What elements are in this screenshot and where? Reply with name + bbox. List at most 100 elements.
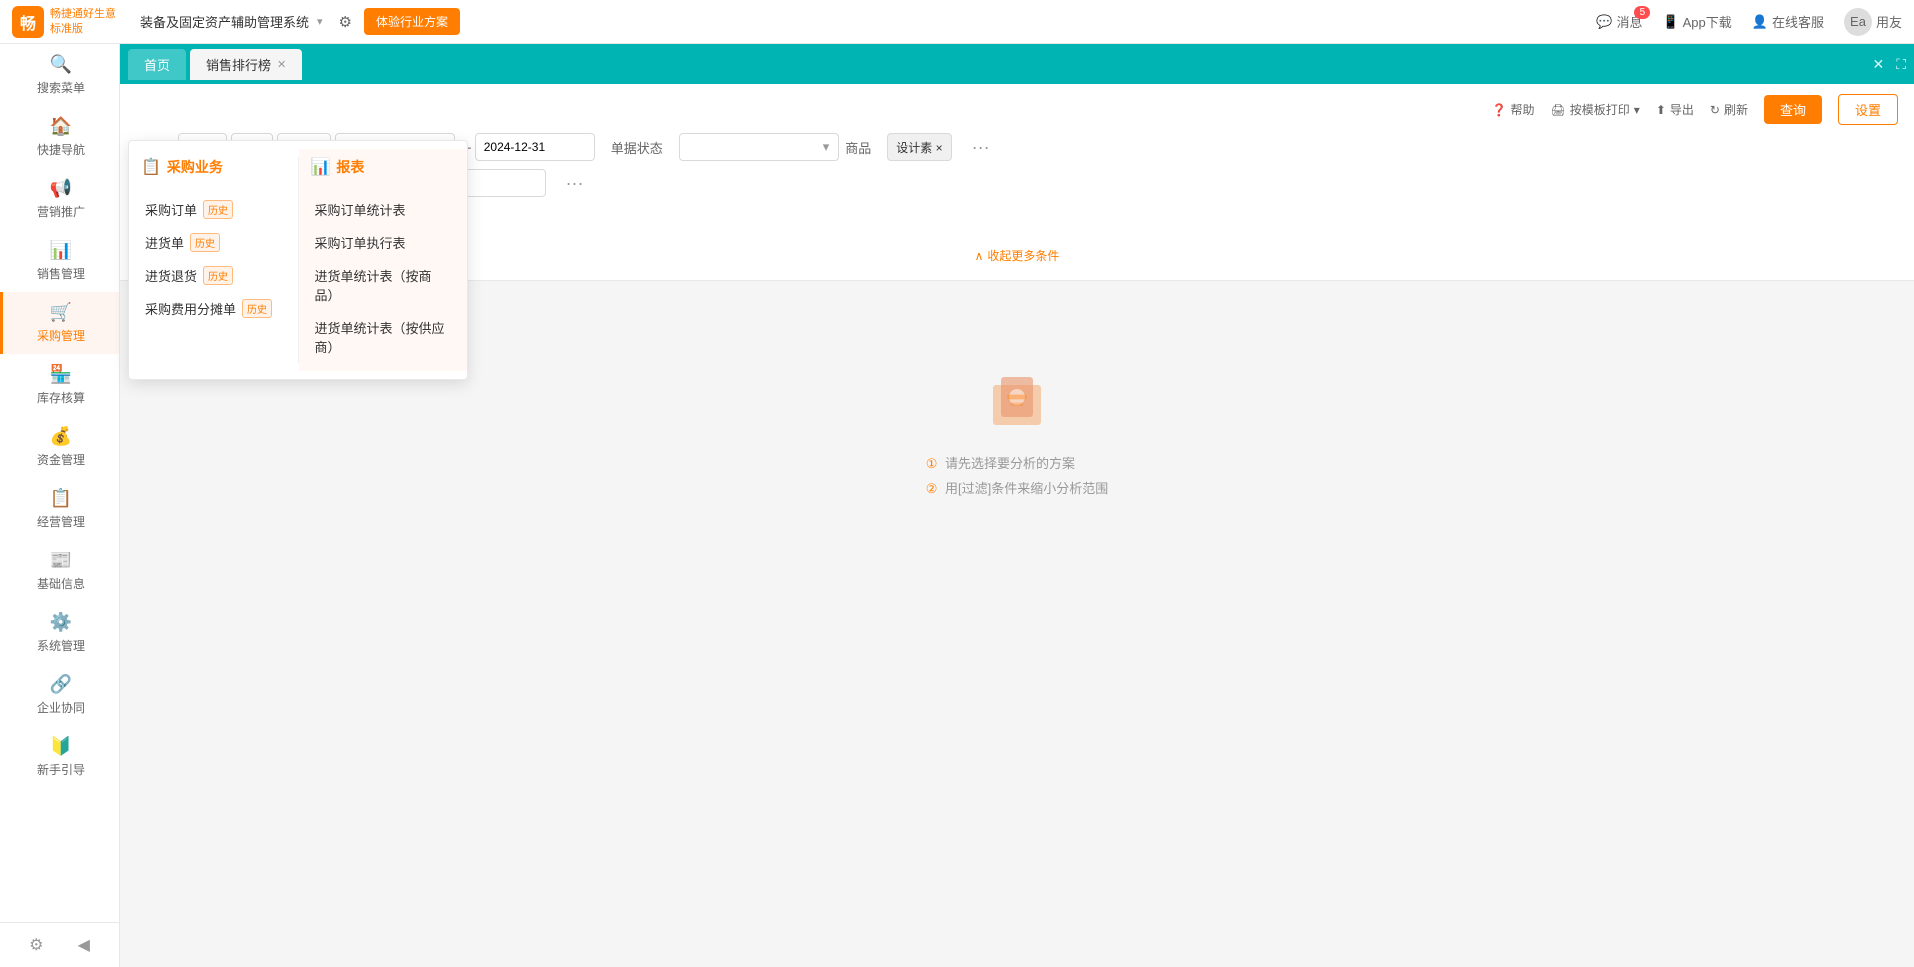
- sidebar-item-label: 资金管理: [37, 451, 85, 468]
- purchase-order-exec-label: 采购订单执行表: [315, 233, 406, 252]
- print-arrow-icon: ▾: [1634, 103, 1640, 117]
- dropdown-item-cost[interactable]: 采购费用分摊单 历史: [141, 292, 286, 325]
- system-title-text: 装备及固定资产辅助管理系统: [140, 12, 309, 31]
- tab-bar: 首页 销售排行榜 ✕ ✕ ⛶: [120, 44, 1914, 84]
- enterprise-icon: 🔗: [50, 674, 72, 695]
- settings-btn[interactable]: 设置: [1838, 94, 1898, 125]
- sidebar-item-sales[interactable]: 📊 销售管理: [0, 230, 119, 292]
- system-title-arrow-icon[interactable]: ▾: [317, 15, 323, 28]
- app-download-btn[interactable]: 📱 App下载: [1662, 12, 1731, 31]
- dropdown-cols: 📋 采购业务 采购订单 历史 进货单 历史 进货退货 历史 采购费用分摊单: [129, 149, 467, 371]
- purchase-col-icon: 📋: [141, 157, 161, 177]
- return-label: 进货退货: [145, 266, 197, 285]
- sidebar-item-label: 系统管理: [37, 637, 85, 654]
- basic-info-icon: 📰: [50, 550, 72, 571]
- help-icon: ❓: [1492, 103, 1507, 117]
- dropdown-item-return[interactable]: 进货退货 历史: [141, 259, 286, 292]
- sidebar-item-marketing[interactable]: 📢 营销推广: [0, 168, 119, 230]
- report-col-title: 📊 报表: [311, 157, 456, 183]
- sales-icon: 📊: [50, 240, 72, 261]
- marketing-icon: 📢: [50, 178, 72, 199]
- date-to-input[interactable]: [475, 133, 595, 161]
- refresh-icon: ↻: [1710, 103, 1720, 117]
- toolbar-row: ❓ 帮助 🖨 按模板打印 ▾ ⬆ 导出 ↻ 刷新 查询 设置: [136, 94, 1898, 125]
- purchase-order-label: 采购订单: [145, 200, 197, 219]
- dropdown-item-purchase-order-stat[interactable]: 采购订单统计表: [311, 193, 456, 226]
- service-label: 在线客服: [1772, 12, 1824, 31]
- dropdown-col-purchase: 📋 采购业务 采购订单 历史 进货单 历史 进货退货 历史 采购费用分摊单: [129, 149, 298, 371]
- help-btn[interactable]: ❓ 帮助: [1492, 101, 1535, 118]
- sidebar-settings-btn[interactable]: ⚙: [29, 935, 43, 955]
- print-btn[interactable]: 🖨 按模板打印 ▾: [1551, 101, 1640, 118]
- goods-tag-text: 设计素 ×: [896, 139, 942, 156]
- dropdown-item-inbound-stat-goods[interactable]: 进货单统计表（按商品）: [311, 259, 456, 311]
- sidebar-item-quick-nav[interactable]: 🏠 快捷导航: [0, 106, 119, 168]
- doc-status-input[interactable]: [679, 133, 839, 161]
- sidebar-item-enterprise[interactable]: 🔗 企业协同: [0, 664, 119, 726]
- system-settings-icon[interactable]: ⚙: [339, 13, 352, 31]
- operation-icon: 📋: [50, 488, 72, 509]
- logo-text: 畅捷通好生意 标准版: [50, 7, 116, 36]
- tab-sales-rank-label: 销售排行榜: [206, 55, 271, 74]
- user-area[interactable]: Ea 用友: [1844, 8, 1902, 36]
- finance-icon: 💰: [50, 426, 72, 447]
- salesman-more-btn[interactable]: ···: [566, 173, 584, 194]
- avatar: Ea: [1844, 8, 1872, 36]
- dropdown-col-report: 📊 报表 采购订单统计表 采购订单执行表 进货单统计表（按商品） 进货单统计表（…: [299, 149, 468, 371]
- sidebar-item-finance[interactable]: 💰 资金管理: [0, 416, 119, 478]
- tab-maximize-icon[interactable]: ⛶: [1896, 56, 1906, 73]
- sidebar-collapse-btn[interactable]: ◀: [78, 935, 90, 955]
- purchase-order-stat-label: 采购订单统计表: [315, 200, 406, 219]
- industry-btn[interactable]: 体验行业方案: [364, 8, 460, 35]
- collapse-btn[interactable]: ∧ 收起更多条件: [975, 241, 1060, 270]
- sidebar-item-system[interactable]: ⚙️ 系统管理: [0, 602, 119, 664]
- sidebar-item-purchase[interactable]: 🛒 采购管理: [0, 292, 119, 354]
- header-right: 💬 消息 5 📱 App下载 👤 在线客服 Ea 用友: [1596, 8, 1902, 36]
- tab-home[interactable]: 首页: [128, 49, 186, 80]
- inventory-icon: 🏪: [50, 364, 72, 385]
- collapse-label: 收起更多条件: [987, 247, 1059, 264]
- tab-close-all-icon[interactable]: ✕: [1872, 56, 1884, 73]
- sidebar-item-guide[interactable]: 🔰 新手引导: [0, 726, 119, 788]
- sidebar-item-basic-info[interactable]: 📰 基础信息: [0, 540, 119, 602]
- export-btn[interactable]: ⬆ 导出: [1656, 101, 1694, 118]
- refresh-btn[interactable]: ↻ 刷新: [1710, 101, 1748, 118]
- goods-label: 商品: [845, 138, 871, 157]
- dropdown-menu: 📋 采购业务 采购订单 历史 进货单 历史 进货退货 历史 采购费用分摊单: [128, 140, 468, 380]
- doc-status-label: 单据状态: [611, 138, 663, 157]
- history-badge-2: 历史: [190, 233, 220, 252]
- phone-icon: 📱: [1662, 14, 1678, 30]
- dropdown-item-inbound-stat-supplier[interactable]: 进货单统计表（按供应商）: [311, 311, 456, 363]
- cost-label: 采购费用分摊单: [145, 299, 236, 318]
- sidebar-item-label: 库存核算: [37, 389, 85, 406]
- tab-sales-rank[interactable]: 销售排行榜 ✕: [190, 49, 302, 80]
- sidebar: 🔍 搜索菜单 🏠 快捷导航 📢 营销推广 📊 销售管理 🛒 采购管理 🏪 库存核…: [0, 44, 120, 967]
- sidebar-item-operation[interactable]: 📋 经营管理: [0, 478, 119, 540]
- user-label: 用友: [1876, 12, 1902, 31]
- purchase-icon: 🛒: [50, 302, 72, 323]
- dropdown-item-purchase-order[interactable]: 采购订单 历史: [141, 193, 286, 226]
- empty-text-2: ② 用[过滤]条件来缩小分析范围: [926, 478, 1109, 497]
- message-btn[interactable]: 💬 消息 5: [1596, 12, 1642, 31]
- sidebar-item-inventory[interactable]: 🏪 库存核算: [0, 354, 119, 416]
- sidebar-item-label: 营销推广: [37, 203, 85, 220]
- history-badge-1: 历史: [203, 200, 233, 219]
- query-btn[interactable]: 查询: [1764, 95, 1822, 124]
- sidebar-bottom: ⚙ ◀: [0, 922, 119, 967]
- logo-area: 畅 畅捷通好生意 标准版: [12, 6, 132, 38]
- online-service-btn[interactable]: 👤 在线客服: [1752, 12, 1824, 31]
- empty-illustration: [977, 361, 1057, 441]
- sidebar-item-search[interactable]: 🔍 搜索菜单: [0, 44, 119, 106]
- top-header: 畅 畅捷通好生意 标准版 装备及固定资产辅助管理系统 ▾ ⚙ 体验行业方案 💬 …: [0, 0, 1914, 44]
- dropdown-item-inbound[interactable]: 进货单 历史: [141, 226, 286, 259]
- sidebar-item-label: 搜索菜单: [37, 79, 85, 96]
- system-title-area: 装备及固定资产辅助管理系统 ▾ ⚙: [140, 12, 352, 31]
- dropdown-item-purchase-order-exec[interactable]: 采购订单执行表: [311, 226, 456, 259]
- goods-more-btn[interactable]: ···: [972, 137, 990, 158]
- sidebar-item-label: 采购管理: [37, 327, 85, 344]
- inbound-stat-goods-label: 进货单统计表（按商品）: [315, 266, 452, 304]
- service-icon: 👤: [1752, 14, 1768, 30]
- tab-close-icon[interactable]: ✕: [277, 58, 286, 71]
- sidebar-item-label: 企业协同: [37, 699, 85, 716]
- inbound-stat-supplier-label: 进货单统计表（按供应商）: [315, 318, 452, 356]
